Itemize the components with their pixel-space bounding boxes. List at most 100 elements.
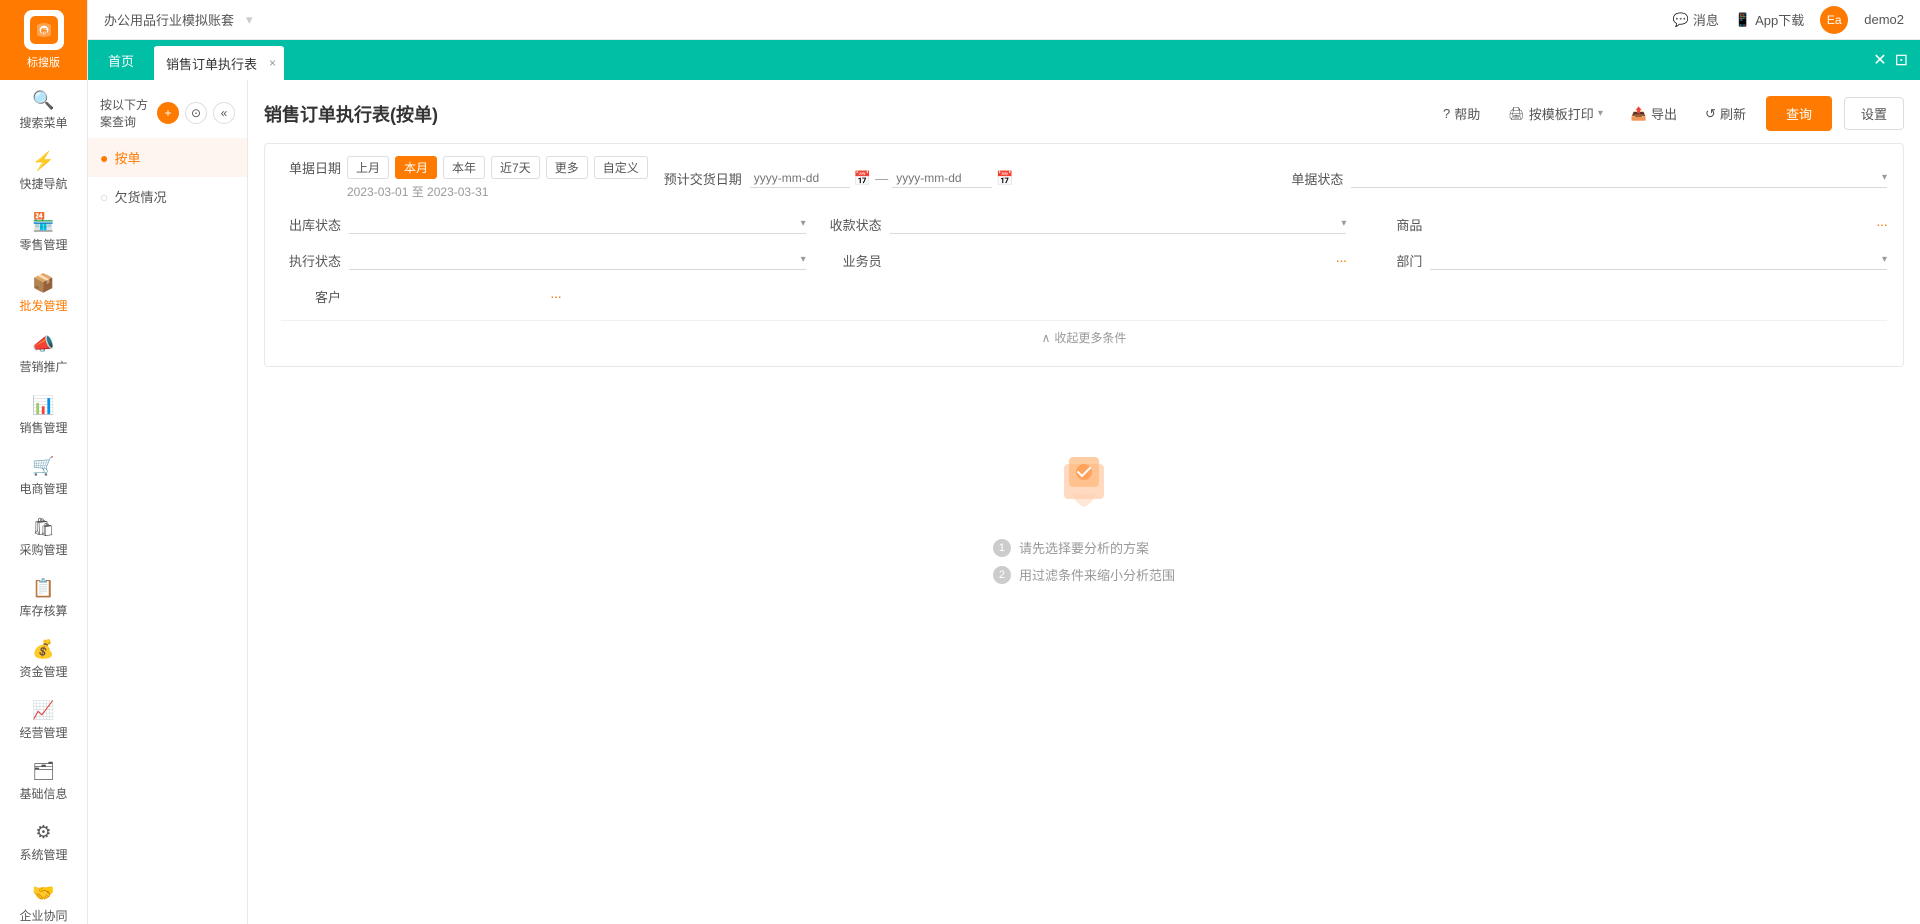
nav-item-quehuo[interactable]: ○ 欠货情况 — [88, 177, 247, 216]
field-product: 商品 ··· — [1362, 212, 1887, 236]
sidebar-item-system-label: 系统管理 — [19, 846, 67, 863]
system-icon: ⚙ — [35, 822, 51, 843]
collapse-bar[interactable]: ∧ 收起更多条件 — [281, 320, 1887, 354]
sidebar-item-finance-label: 资金管理 — [19, 663, 67, 680]
salesperson-select[interactable]: ··· — [890, 248, 1347, 272]
enterprise-icon: 🤝 — [32, 883, 54, 904]
date-btn-custom[interactable]: 自定义 — [594, 156, 648, 179]
sidebar-item-enterprise[interactable]: 🤝 企业协同 — [0, 873, 87, 924]
query-btn[interactable]: 查询 — [1766, 96, 1832, 131]
breadcrumb: 办公用品行业模拟账套 — [104, 10, 234, 29]
app-download-btn[interactable]: 📱 App下载 — [1735, 10, 1804, 29]
sidebar-item-marketing[interactable]: 📣 营销推广 — [0, 324, 87, 385]
expected-date-end[interactable] — [892, 169, 992, 188]
sidebar-logo-text: 标搜版 — [27, 54, 60, 70]
customer-select[interactable]: ··· — [349, 284, 561, 308]
search-icon: 🔍 — [32, 90, 54, 111]
export-icon: 📤 — [1631, 106, 1647, 122]
sidebar-item-sales[interactable]: 📊 销售管理 — [0, 385, 87, 446]
date-btn-last-month[interactable]: 上月 — [347, 156, 389, 179]
help-btn[interactable]: ? 帮助 — [1435, 100, 1488, 127]
date-btn-more[interactable]: 更多 — [546, 156, 588, 179]
sidebar-item-wholesale[interactable]: 📦 批发管理 — [0, 263, 87, 324]
expected-date-label: 预计交货日期 — [664, 169, 742, 188]
collapse-panel-btn[interactable]: « — [213, 102, 235, 124]
field-expected-date: 预计交货日期 📅 — 📅 — [664, 169, 1268, 188]
svg-text:畅: 畅 — [40, 28, 46, 36]
sidebar-item-finance[interactable]: 💰 资金管理 — [0, 629, 87, 690]
help-label: 帮助 — [1454, 104, 1480, 123]
payment-status-select[interactable]: ▾ — [890, 214, 1347, 234]
expected-date-start[interactable] — [750, 169, 850, 188]
out-status-arrow: ▾ — [801, 218, 806, 229]
salesperson-dots-btn[interactable]: ··· — [1335, 252, 1346, 268]
date-btn-this-month[interactable]: 本月 — [395, 156, 437, 179]
template-print-btn[interactable]: 🖨 按模板打印 ▾ — [1500, 100, 1611, 127]
app-download-icon: 📱 — [1735, 12, 1751, 28]
product-label: 商品 — [1362, 215, 1422, 234]
finance-icon: 💰 — [32, 639, 54, 660]
sidebar-item-purchase[interactable]: 🛍 采购管理 — [0, 507, 87, 568]
field-department: 部门 ▾ — [1362, 250, 1887, 270]
sidebar-item-operation[interactable]: 📈 经营管理 — [0, 690, 87, 751]
sidebar-item-ecommerce-label: 电商管理 — [19, 480, 67, 497]
add-scheme-btn[interactable]: + — [157, 102, 179, 124]
customer-label: 客户 — [281, 287, 341, 306]
user-avatar[interactable]: Ea — [1820, 6, 1848, 34]
refresh-label: 刷新 — [1720, 104, 1746, 123]
tab-expand-btn[interactable]: ⊡ — [1895, 50, 1908, 70]
collapse-icon: « — [221, 106, 228, 120]
product-dots-btn[interactable]: ··· — [1876, 216, 1887, 232]
filter-row-1: 单据日期 上月 本月 本年 近7天 更多 自定义 2023-03-01 至 20… — [281, 156, 1887, 200]
empty-tip-1: 1 请先选择要分析的方案 — [993, 538, 1175, 557]
date-btn-this-year[interactable]: 本年 — [443, 156, 485, 179]
nav-item-andan-icon: ● — [100, 150, 108, 166]
page-title-bar: 销售订单执行表(按单) ? 帮助 🖨 按模板打印 ▾ 📤 导出 — [264, 96, 1904, 131]
customer-dots-btn[interactable]: ··· — [550, 288, 561, 304]
sidebar-item-retail[interactable]: 🏪 零售管理 — [0, 202, 87, 263]
sidebar-item-wholesale-label: 批发管理 — [19, 297, 67, 314]
nav-item-andan[interactable]: ● 按单 — [88, 138, 247, 177]
tab-close-all-btn[interactable]: ✕ — [1873, 50, 1886, 70]
sidebar-logo: 畅 标搜版 — [0, 0, 87, 80]
user-name: demo2 — [1864, 12, 1904, 27]
top-header: 办公用品行业模拟账套 ▾ 💬 消息 📱 App下载 Ea demo2 — [88, 0, 1920, 40]
export-btn[interactable]: 📤 导出 — [1623, 100, 1685, 127]
sidebar-item-system[interactable]: ⚙ 系统管理 — [0, 812, 87, 873]
sidebar-item-search-label: 搜索菜单 — [19, 114, 67, 131]
sidebar-item-search[interactable]: 🔍 搜索菜单 — [0, 80, 87, 141]
sidebar-item-basic[interactable]: 🗂 基础信息 — [0, 751, 87, 812]
refresh-btn[interactable]: ↺ 刷新 — [1697, 100, 1754, 127]
tab-close-btn[interactable]: × — [265, 56, 280, 70]
salesperson-label: 业务员 — [822, 251, 882, 270]
sidebar-item-inventory[interactable]: 📋 库存核算 — [0, 568, 87, 629]
tip-2-num: 2 — [993, 566, 1011, 584]
product-select[interactable]: ··· — [1430, 212, 1887, 236]
tab-sales-exec[interactable]: 销售订单执行表 × — [154, 44, 284, 80]
payment-status-arrow: ▾ — [1341, 218, 1346, 229]
header-left: 办公用品行业模拟账套 ▾ — [104, 10, 257, 29]
out-status-label: 出库状态 — [281, 215, 341, 234]
date-btn-7days[interactable]: 近7天 — [491, 156, 540, 179]
doc-status-select[interactable]: ▾ — [1351, 168, 1887, 188]
collapse-text: 收起更多条件 — [1054, 329, 1126, 346]
filter-row-2: 出库状态 ▾ 收款状态 ▾ 商品 — [281, 212, 1887, 236]
calendar-start-icon[interactable]: 📅 — [854, 170, 871, 187]
sidebar-item-shortcut[interactable]: ⚡ 快捷导航 — [0, 141, 87, 202]
sidebar-item-basic-label: 基础信息 — [19, 785, 67, 802]
field-out-status: 出库状态 ▾ — [281, 214, 806, 234]
nav-item-andan-label: 按单 — [114, 148, 140, 167]
sidebar-item-enterprise-label: 企业协同 — [19, 907, 67, 924]
filter-area: 单据日期 上月 本月 本年 近7天 更多 自定义 2023-03-01 至 20… — [264, 143, 1904, 367]
header-right: 💬 消息 📱 App下载 Ea demo2 — [1673, 6, 1904, 34]
out-status-select[interactable]: ▾ — [349, 214, 806, 234]
exec-status-select[interactable]: ▾ — [349, 250, 806, 270]
message-btn[interactable]: 💬 消息 — [1673, 10, 1719, 29]
tab-home[interactable]: 首页 — [88, 40, 154, 80]
settings-scheme-btn[interactable]: ⊙ — [185, 102, 207, 124]
department-select[interactable]: ▾ — [1430, 250, 1887, 270]
settings-btn[interactable]: 设置 — [1844, 97, 1904, 130]
calendar-end-icon[interactable]: 📅 — [996, 170, 1013, 187]
sidebar-item-ecommerce[interactable]: 🛒 电商管理 — [0, 446, 87, 507]
template-print-icon: 🖨 — [1508, 106, 1525, 122]
